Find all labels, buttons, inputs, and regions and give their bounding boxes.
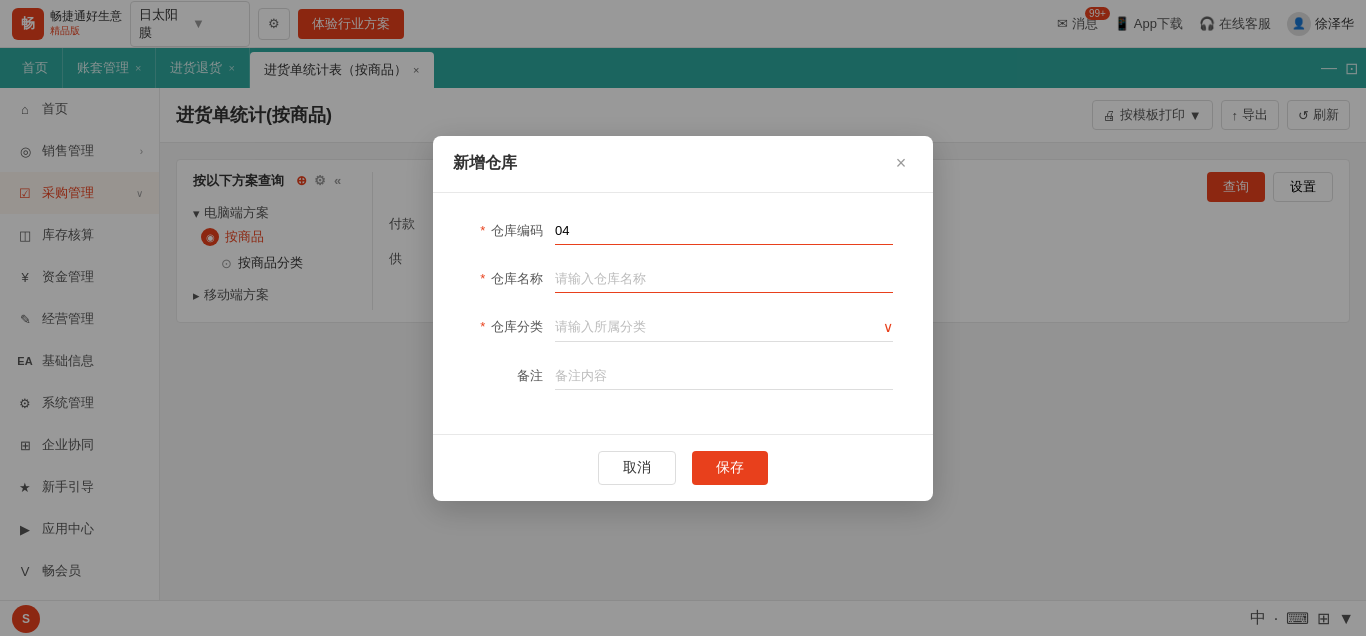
modal-body: * 仓库编码 * 仓库名称 * 仓库分类 xyxy=(433,193,933,434)
code-label: * 仓库编码 xyxy=(473,222,543,240)
note-label: 备注 xyxy=(473,367,543,385)
category-label: * 仓库分类 xyxy=(473,318,543,336)
category-input[interactable] xyxy=(555,319,883,334)
cancel-button[interactable]: 取消 xyxy=(598,451,676,485)
note-input[interactable] xyxy=(555,362,893,390)
name-label: * 仓库名称 xyxy=(473,270,543,288)
modal-title: 新增仓库 xyxy=(453,153,517,174)
form-row-code: * 仓库编码 xyxy=(473,217,893,245)
add-warehouse-modal: 新增仓库 × * 仓库编码 * 仓库名称 xyxy=(433,136,933,501)
category-select[interactable]: ∨ xyxy=(555,313,893,342)
modal-footer: 取消 保存 xyxy=(433,434,933,501)
form-row-note: 备注 xyxy=(473,362,893,390)
modal-header: 新增仓库 × xyxy=(433,136,933,193)
chevron-down-icon: ∨ xyxy=(883,319,893,335)
form-row-category: * 仓库分类 ∨ xyxy=(473,313,893,342)
code-input[interactable] xyxy=(555,217,893,245)
save-button[interactable]: 保存 xyxy=(692,451,768,485)
modal-close-button[interactable]: × xyxy=(889,152,913,176)
name-input[interactable] xyxy=(555,265,893,293)
modal-overlay[interactable]: 新增仓库 × * 仓库编码 * 仓库名称 xyxy=(0,0,1366,636)
form-row-name: * 仓库名称 xyxy=(473,265,893,293)
